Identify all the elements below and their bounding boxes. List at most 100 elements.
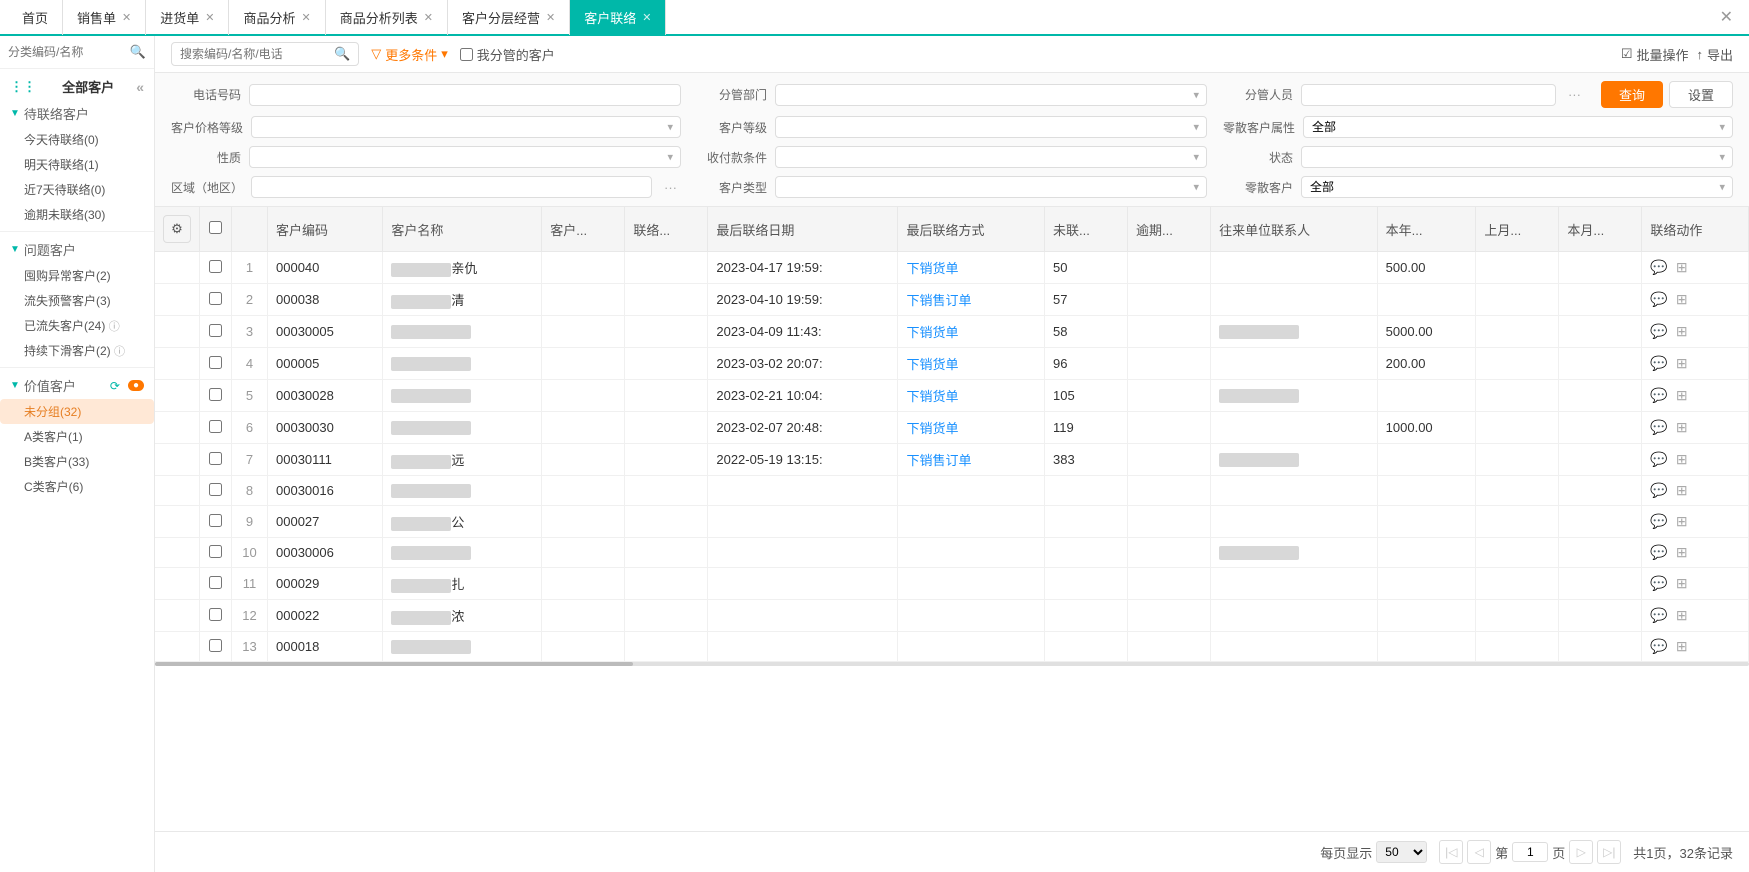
- action-grid-icon[interactable]: ⊞: [1676, 323, 1688, 340]
- action-message-icon[interactable]: 💬: [1650, 451, 1667, 468]
- settings-icon[interactable]: ⚙: [163, 215, 191, 243]
- action-message-icon[interactable]: 💬: [1650, 607, 1667, 624]
- row-checkbox-5[interactable]: [209, 388, 222, 401]
- contact-way-link[interactable]: 下销货单: [906, 389, 958, 404]
- action-message-icon[interactable]: 💬: [1650, 544, 1667, 561]
- sidebar-item-abnormal[interactable]: 囤购异常客户(2): [0, 263, 154, 288]
- row-checkbox-1[interactable]: [209, 260, 222, 273]
- tab-sales[interactable]: 销售单 ✕: [63, 0, 146, 35]
- tab-customer-contact[interactable]: 客户联络 ✕: [570, 0, 666, 35]
- page-prev-btn[interactable]: ◁: [1467, 840, 1491, 864]
- batch-operations-btn[interactable]: ☑ 批量操作: [1621, 45, 1689, 64]
- row-checkbox-9[interactable]: [209, 514, 222, 527]
- sidebar-group-problem[interactable]: ▼ 问题客户: [0, 236, 154, 263]
- tab-customer-contact-close[interactable]: ✕: [642, 11, 651, 24]
- export-btn[interactable]: ↑ 导出: [1696, 45, 1733, 64]
- filter-region-dots[interactable]: ···: [660, 180, 681, 195]
- page-next-btn[interactable]: ▷: [1569, 840, 1593, 864]
- reset-button[interactable]: 设置: [1669, 81, 1733, 108]
- filter-region-input[interactable]: [251, 176, 652, 198]
- action-grid-icon[interactable]: ⊞: [1676, 513, 1688, 530]
- main-search-input[interactable]: [180, 47, 330, 61]
- action-message-icon[interactable]: 💬: [1650, 387, 1667, 404]
- sidebar-search-icon[interactable]: 🔍: [130, 44, 146, 60]
- contact-way-link[interactable]: 下销货单: [906, 357, 958, 372]
- filter-phone-input[interactable]: [249, 84, 681, 106]
- sidebar-group-value[interactable]: ▼ 价值客户 ⟳ ●: [0, 372, 154, 399]
- filter-dept-select[interactable]: [775, 84, 1207, 106]
- action-grid-icon[interactable]: ⊞: [1676, 291, 1688, 308]
- col-settings[interactable]: ⚙: [155, 207, 200, 252]
- row-checkbox-8[interactable]: [209, 483, 222, 496]
- row-checkbox-2[interactable]: [209, 292, 222, 305]
- row-checkbox-12[interactable]: [209, 608, 222, 621]
- sidebar-item-churned[interactable]: 已流失客户(24) ⓘ: [0, 313, 154, 338]
- action-message-icon[interactable]: 💬: [1650, 575, 1667, 592]
- tab-purchase-close[interactable]: ✕: [205, 11, 214, 24]
- filter-retail-cust-select[interactable]: 全部: [1301, 176, 1733, 198]
- contact-way-link[interactable]: 下销货单: [906, 421, 958, 436]
- sidebar-item-c-class[interactable]: C类客户(6): [0, 474, 154, 499]
- tab-customer-segment-close[interactable]: ✕: [546, 11, 555, 24]
- filter-price-select[interactable]: [251, 116, 681, 138]
- sidebar-item-ungrouped[interactable]: 未分组(32): [0, 399, 154, 424]
- action-grid-icon[interactable]: ⊞: [1676, 482, 1688, 499]
- action-message-icon[interactable]: 💬: [1650, 513, 1667, 530]
- page-last-btn[interactable]: ▷|: [1597, 840, 1621, 864]
- contact-way-link[interactable]: 下销货单: [906, 325, 958, 340]
- tab-customer-segment[interactable]: 客户分层经营 ✕: [448, 0, 570, 35]
- row-checkbox-13[interactable]: [209, 639, 222, 652]
- filter-nature-select[interactable]: [249, 146, 681, 168]
- action-grid-icon[interactable]: ⊞: [1676, 451, 1688, 468]
- sidebar-item-overdue[interactable]: 逾期未联络(30): [0, 202, 154, 227]
- sidebar-search-input[interactable]: [8, 45, 126, 59]
- sidebar-collapse-icon[interactable]: «: [136, 79, 144, 95]
- select-all-checkbox[interactable]: [209, 221, 222, 234]
- filter-retail-attr-select[interactable]: 全部: [1303, 116, 1733, 138]
- value-refresh-icon[interactable]: ⟳: [110, 379, 120, 393]
- window-close-icon[interactable]: ✕: [1712, 7, 1741, 27]
- main-search-icon[interactable]: 🔍: [334, 46, 350, 62]
- more-conditions-btn[interactable]: ▽ 更多条件 ▾: [371, 45, 448, 64]
- action-message-icon[interactable]: 💬: [1650, 638, 1667, 655]
- contact-way-link[interactable]: 下销售订单: [906, 293, 971, 308]
- my-customers-checkbox[interactable]: [460, 48, 473, 61]
- action-message-icon[interactable]: 💬: [1650, 355, 1667, 372]
- sidebar-group-pending[interactable]: ▼ 待联络客户: [0, 100, 154, 127]
- tab-purchase[interactable]: 进货单 ✕: [146, 0, 229, 35]
- my-customers-checkbox-wrap[interactable]: 我分管的客户: [460, 45, 555, 64]
- row-checkbox-10[interactable]: [209, 545, 222, 558]
- tab-product-analysis-close[interactable]: ✕: [302, 11, 311, 24]
- sidebar-item-7days[interactable]: 近7天待联络(0): [0, 177, 154, 202]
- row-checkbox-4[interactable]: [209, 356, 222, 369]
- query-button[interactable]: 查询: [1601, 81, 1663, 108]
- sidebar-item-tomorrow[interactable]: 明天待联络(1): [0, 152, 154, 177]
- row-checkbox-11[interactable]: [209, 576, 222, 589]
- all-customers-header[interactable]: ⋮⋮ 全部客户 «: [0, 69, 154, 100]
- tab-product-list[interactable]: 商品分析列表 ✕: [326, 0, 448, 35]
- action-message-icon[interactable]: 💬: [1650, 291, 1667, 308]
- tab-home[interactable]: 首页: [8, 0, 63, 35]
- row-checkbox-6[interactable]: [209, 420, 222, 433]
- tab-product-list-close[interactable]: ✕: [424, 11, 433, 24]
- sidebar-item-b-class[interactable]: B类客户(33): [0, 449, 154, 474]
- action-grid-icon[interactable]: ⊞: [1676, 575, 1688, 592]
- page-number-input[interactable]: [1512, 842, 1548, 862]
- contact-way-link[interactable]: 下销货单: [906, 261, 958, 276]
- row-checkbox-7[interactable]: [209, 452, 222, 465]
- action-grid-icon[interactable]: ⊞: [1676, 607, 1688, 624]
- filter-payment-select[interactable]: [775, 146, 1207, 168]
- sidebar-item-a-class[interactable]: A类客户(1): [0, 424, 154, 449]
- action-grid-icon[interactable]: ⊞: [1676, 355, 1688, 372]
- filter-ctype-select[interactable]: [775, 176, 1207, 198]
- action-message-icon[interactable]: 💬: [1650, 419, 1667, 436]
- action-grid-icon[interactable]: ⊞: [1676, 387, 1688, 404]
- page-first-btn[interactable]: |◁: [1439, 840, 1463, 864]
- action-grid-icon[interactable]: ⊞: [1676, 419, 1688, 436]
- filter-status-select[interactable]: [1301, 146, 1733, 168]
- action-grid-icon[interactable]: ⊞: [1676, 259, 1688, 276]
- row-checkbox-3[interactable]: [209, 324, 222, 337]
- filter-level-select[interactable]: [775, 116, 1207, 138]
- action-message-icon[interactable]: 💬: [1650, 482, 1667, 499]
- sidebar-item-churn-warning[interactable]: 流失预警客户(3): [0, 288, 154, 313]
